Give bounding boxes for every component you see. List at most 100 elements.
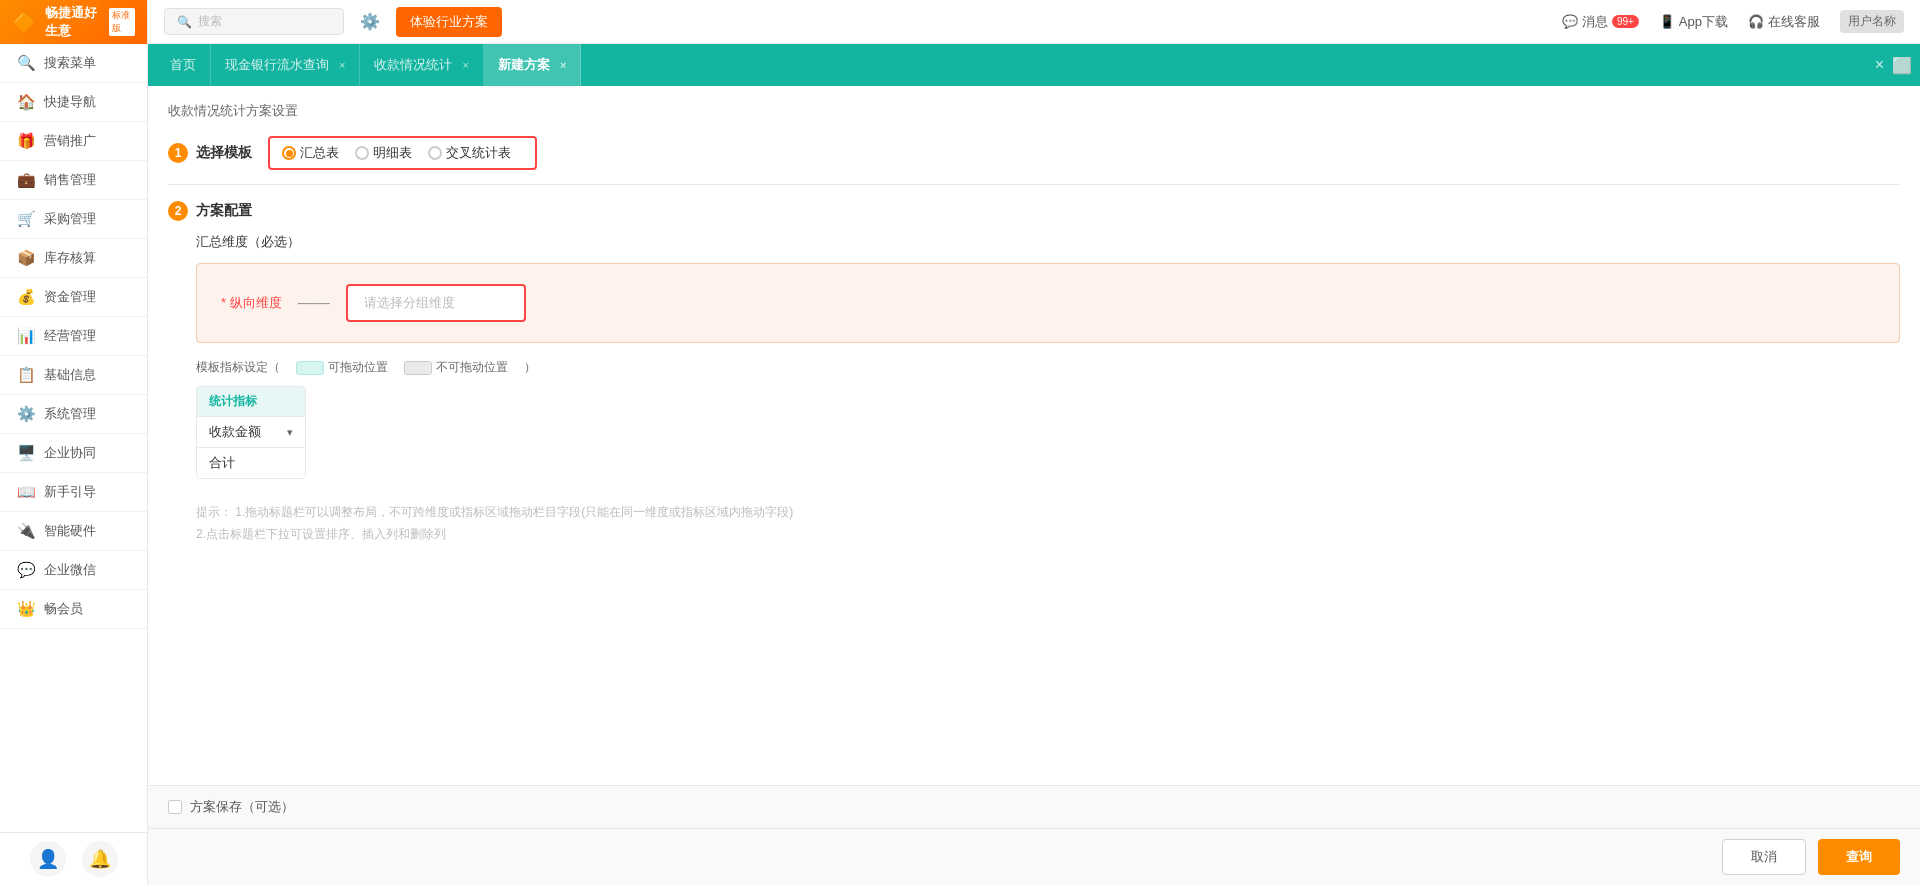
app-download-label: App下载 [1679,13,1728,31]
indicator-table: 统计指标 收款金额 ▾ 合计 [196,386,306,479]
tab-bank-flow-close[interactable]: × [339,59,345,71]
page-title: 收款情况统计方案设置 [168,102,1900,120]
basic-info-icon: 📋 [16,366,36,384]
sidebar-bottom: 👤 🔔 [0,832,147,885]
dimension-row: * 纵向维度 —— 请选择分组维度 [221,284,1875,322]
sidebar-item-inventory[interactable]: 📦 库存核算 [0,239,147,278]
quick-nav-icon: 🏠 [16,93,36,111]
logo-text: 畅捷通好生意 [45,4,101,40]
indicator-title-text: 模板指标设定（ [196,359,280,376]
member-icon: 👑 [16,600,36,618]
sidebar-item-label: 营销推广 [44,132,96,150]
indicator-title-close: ） [524,359,536,376]
section2-header: 2 方案配置 [168,201,1900,221]
sidebar-item-newbie[interactable]: 📖 新手引导 [0,473,147,512]
sidebar-item-label: 智能硬件 [44,522,96,540]
indicator-legend: 模板指标设定（ 可拖动位置 不可拖动位置 ） [196,359,1900,376]
sidebar-item-smart-hw[interactable]: 🔌 智能硬件 [0,512,147,551]
tab-collection-stat-close[interactable]: × [462,59,468,71]
query-button[interactable]: 查询 [1818,839,1900,875]
operation-icon: 📊 [16,327,36,345]
footer: 取消 查询 [148,828,1920,885]
tab-new-plan-close[interactable]: × [560,59,566,71]
sidebar-item-finance[interactable]: 💰 资金管理 [0,278,147,317]
sidebar-item-quick-nav[interactable]: 🏠 快捷导航 [0,83,147,122]
logo-icon: 🔶 [12,10,37,34]
main-area: 🔍 搜索 ⚙️ 体验行业方案 💬 消息 99+ 📱 App下载 🎧 在线客服 用… [148,0,1920,885]
window-maximize-btn[interactable]: ⬜ [1892,56,1912,75]
online-service-btn[interactable]: 🎧 在线客服 [1748,13,1820,31]
corp-collab-icon: 🖥️ [16,444,36,462]
section2-title: 方案配置 [196,202,252,220]
legend-draggable: 可拖动位置 [296,359,388,376]
search-menu-icon: 🔍 [16,54,36,72]
sidebar-item-label: 系统管理 [44,405,96,423]
search-placeholder: 搜索 [198,13,222,30]
sidebar-item-corp-collab[interactable]: 🖥️ 企业协同 [0,434,147,473]
user-display[interactable]: 用户名称 [1840,10,1904,33]
sidebar-item-label: 资金管理 [44,288,96,306]
indicator-table-header: 统计指标 [197,387,305,417]
save-checkbox[interactable] [168,800,182,814]
logo-badge: 标准版 [109,8,135,36]
radio-summary-circle [282,146,296,160]
tab-new-plan[interactable]: 新建方案 × [484,44,581,86]
app-download-icon: 📱 [1659,14,1675,29]
sidebar-item-member[interactable]: 👑 畅会员 [0,590,147,629]
legend-not-draggable: 不可拖动位置 [404,359,508,376]
cancel-button[interactable]: 取消 [1722,839,1806,875]
online-service-icon: 🎧 [1748,14,1764,29]
window-close-btn[interactable]: × [1875,56,1884,74]
message-btn[interactable]: 💬 消息 99+ [1562,13,1639,31]
sidebar-notify-btn[interactable]: 🔔 [82,841,118,877]
sidebar-item-marketing[interactable]: 🎁 营销推广 [0,122,147,161]
radio-detail[interactable]: 明细表 [355,144,412,162]
sidebar-item-search-menu[interactable]: 🔍 搜索菜单 [0,44,147,83]
sidebar-item-label: 库存核算 [44,249,96,267]
indicator-row-amount[interactable]: 收款金额 ▾ [197,417,305,447]
sidebar-item-system[interactable]: ⚙️ 系统管理 [0,395,147,434]
sidebar-item-label: 基础信息 [44,366,96,384]
marketing-icon: 🎁 [16,132,36,150]
tab-collection-stat[interactable]: 收款情况统计 × [360,44,483,86]
sidebar-item-sales[interactable]: 💼 销售管理 [0,161,147,200]
sidebar-item-basic-info[interactable]: 📋 基础信息 [0,356,147,395]
sidebar-item-purchase[interactable]: 🛒 采购管理 [0,200,147,239]
finance-icon: 💰 [16,288,36,306]
topbar-search[interactable]: 🔍 搜索 [164,8,344,35]
radio-cross-circle [428,146,442,160]
app-download-btn[interactable]: 📱 App下载 [1659,13,1728,31]
sidebar-item-label: 企业协同 [44,444,96,462]
tab-bank-flow-label: 现金银行流水查询 [225,56,329,74]
sidebar-item-wechat[interactable]: 💬 企业微信 [0,551,147,590]
sidebar-user-btn[interactable]: 👤 [30,841,66,877]
dim-selector[interactable]: 请选择分组维度 [346,284,526,322]
settings-icon[interactable]: ⚙️ [360,12,380,31]
tab-home[interactable]: 首页 [156,44,211,86]
save-section: 方案保存（可选） [148,785,1920,828]
sidebar-item-label: 采购管理 [44,210,96,228]
tabbar: 首页 现金银行流水查询 × 收款情况统计 × 新建方案 × × ⬜ [148,44,1920,86]
sidebar-item-operation[interactable]: 📊 经营管理 [0,317,147,356]
system-icon: ⚙️ [16,405,36,423]
topbar: 🔍 搜索 ⚙️ 体验行业方案 💬 消息 99+ 📱 App下载 🎧 在线客服 用… [148,0,1920,44]
dim-arrow: —— [298,294,330,312]
radio-cross[interactable]: 交叉统计表 [428,144,511,162]
radio-summary-label: 汇总表 [300,144,339,162]
save-label: 方案保存（可选） [190,798,294,816]
indicator-row-total: 合计 [197,447,305,478]
tab-bank-flow[interactable]: 现金银行流水查询 × [211,44,360,86]
tab-new-plan-label: 新建方案 [498,56,550,74]
radio-summary[interactable]: 汇总表 [282,144,339,162]
indicator-chevron-icon: ▾ [287,426,293,439]
online-service-label: 在线客服 [1768,13,1820,31]
message-icon: 💬 [1562,14,1578,29]
wechat-icon: 💬 [16,561,36,579]
message-label: 消息 [1582,13,1608,31]
trial-btn[interactable]: 体验行业方案 [396,7,502,37]
sidebar-item-label: 畅会员 [44,600,83,618]
dim-header: 汇总维度（必选） [196,233,1900,251]
content-area: 收款情况统计方案设置 1 选择模板 汇总表 明细表 交叉统计 [148,86,1920,885]
dim-placeholder: 请选择分组维度 [364,295,455,310]
dimension-area: * 纵向维度 —— 请选择分组维度 [196,263,1900,343]
